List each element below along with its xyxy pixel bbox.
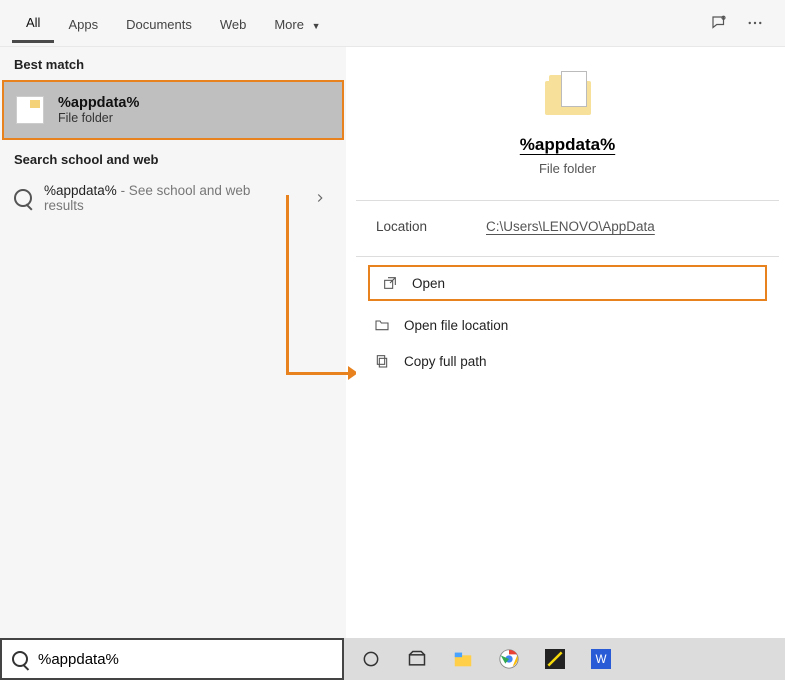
location-label: Location: [376, 219, 486, 234]
location-link[interactable]: C:\Users\LENOVO\AppData: [486, 219, 655, 234]
app-icon[interactable]: [542, 646, 568, 672]
svg-text:W: W: [595, 653, 606, 666]
filter-tab-more[interactable]: More ▼: [260, 5, 334, 42]
annotation-arrow: [286, 372, 350, 375]
filter-tab-web[interactable]: Web: [206, 5, 261, 42]
search-filter-bar: All Apps Documents Web More ▼: [0, 0, 785, 47]
bottom-bar: W: [0, 638, 785, 680]
preview-title[interactable]: %appdata%: [520, 135, 615, 155]
more-options-icon[interactable]: [737, 5, 773, 41]
best-match-header: Best match: [0, 47, 346, 80]
expand-result-button[interactable]: [304, 182, 336, 214]
action-open-location[interactable]: Open file location: [362, 307, 773, 343]
filter-tab-documents[interactable]: Documents: [112, 5, 206, 42]
search-icon: [14, 189, 32, 207]
chevron-down-icon: ▼: [312, 21, 321, 31]
folder-location-icon: [374, 317, 390, 333]
filter-tab-all[interactable]: All: [12, 3, 54, 43]
filter-tab-apps[interactable]: Apps: [54, 5, 112, 42]
app-icon[interactable]: W: [588, 646, 614, 672]
results-left-pane: Best match %appdata% File folder Search …: [0, 47, 346, 638]
taskbar: W: [344, 638, 785, 680]
folder-large-icon: [545, 75, 591, 115]
task-view-icon[interactable]: [404, 646, 430, 672]
result-preview-pane: %appdata% File folder Location C:\Users\…: [356, 57, 779, 638]
web-search-result[interactable]: %appdata% - See school and web results: [0, 175, 346, 221]
action-open-location-label: Open file location: [404, 318, 508, 333]
search-input[interactable]: [38, 651, 332, 668]
feedback-icon[interactable]: [701, 5, 737, 41]
cortana-icon[interactable]: [358, 646, 384, 672]
preview-header: %appdata% File folder: [356, 57, 779, 201]
web-result-text: %appdata% - See school and web results: [44, 183, 274, 213]
action-copy-path-label: Copy full path: [404, 354, 487, 369]
file-explorer-icon[interactable]: [450, 646, 476, 672]
filter-more-label: More: [274, 17, 304, 32]
best-match-subtitle: File folder: [58, 111, 139, 125]
search-box[interactable]: [0, 638, 344, 680]
chrome-icon[interactable]: [496, 646, 522, 672]
action-open-label: Open: [412, 276, 445, 291]
web-result-term: %appdata%: [44, 183, 117, 198]
annotation-arrow: [286, 195, 289, 375]
copy-icon: [374, 353, 390, 369]
folder-icon: [16, 96, 44, 124]
best-match-title: %appdata%: [58, 95, 139, 111]
search-results-split: Best match %appdata% File folder Search …: [0, 47, 785, 638]
open-icon: [382, 275, 398, 291]
preview-location-row: Location C:\Users\LENOVO\AppData: [356, 201, 779, 257]
action-copy-path[interactable]: Copy full path: [362, 343, 773, 379]
best-match-result[interactable]: %appdata% File folder: [2, 80, 344, 140]
search-web-header: Search school and web: [0, 142, 346, 175]
action-open[interactable]: Open: [368, 265, 767, 301]
preview-actions: Open Open file location Copy full path: [356, 257, 779, 387]
search-icon: [12, 651, 28, 667]
preview-subtitle: File folder: [539, 161, 596, 176]
